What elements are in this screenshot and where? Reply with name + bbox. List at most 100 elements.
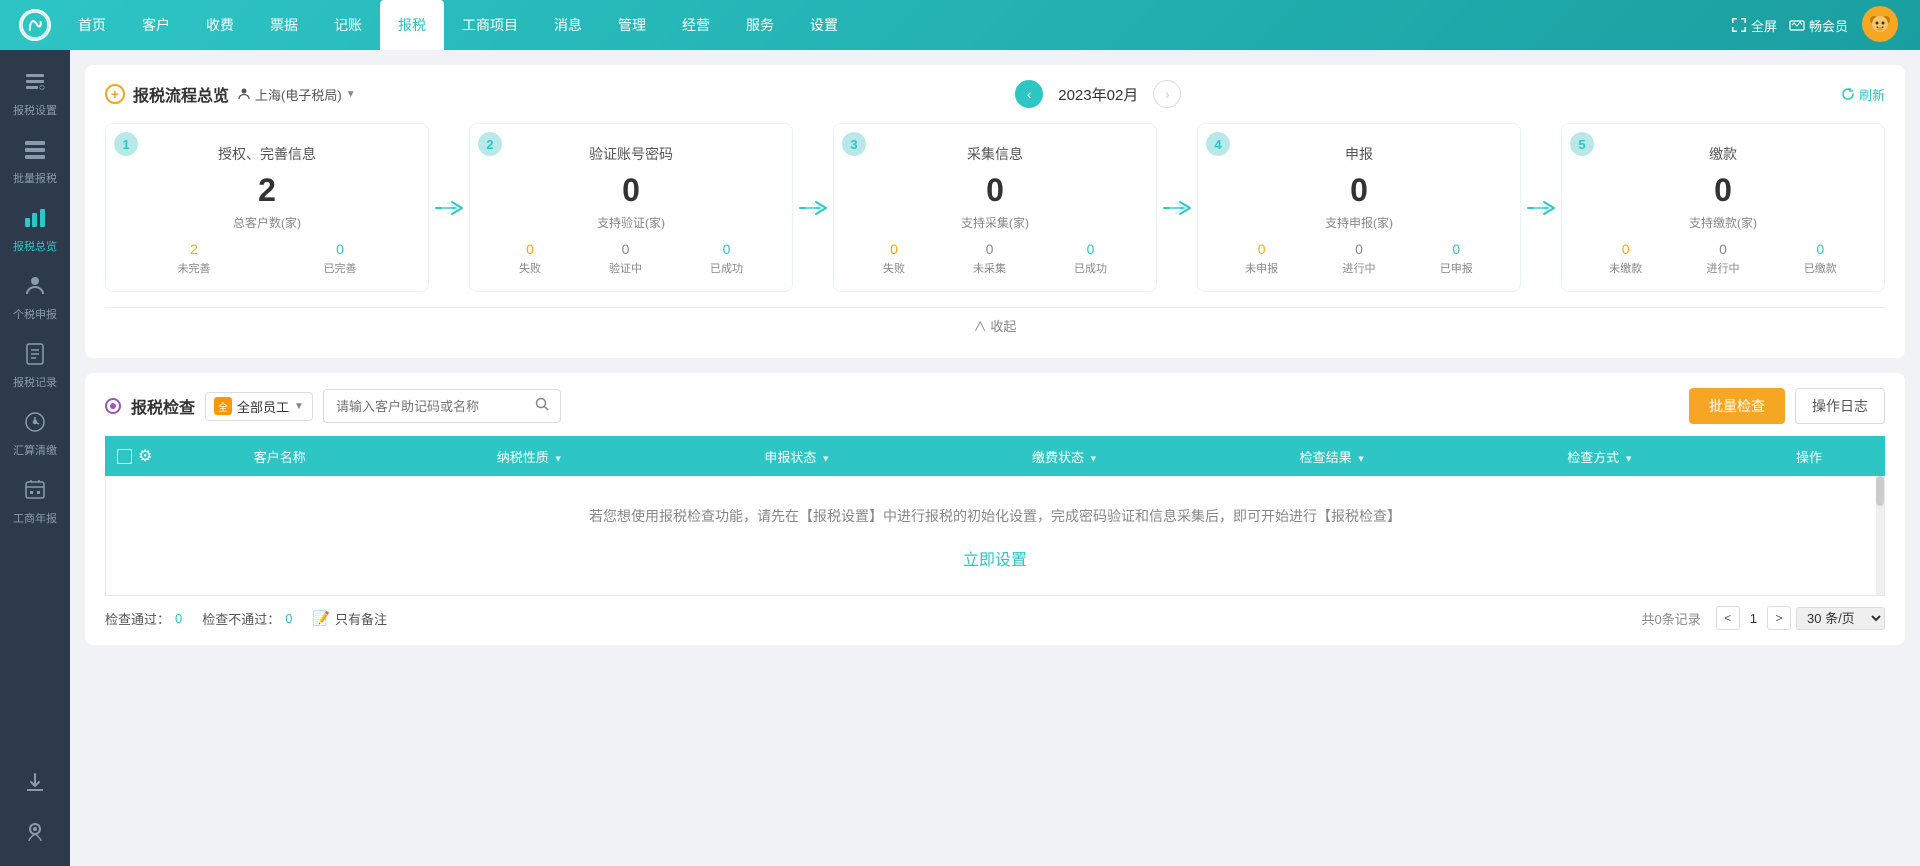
step-count-4: 0 <box>1213 172 1505 209</box>
filter-icon-1[interactable]: ▾ <box>555 453 561 465</box>
first-page-button[interactable]: < <box>1716 606 1740 630</box>
main-content: + 报税流程总览 上海(电子税局) ▼ ‹ 2023年02月 › <box>70 50 1920 866</box>
sidebar-item-tax-settings[interactable]: 报税设置 <box>0 60 70 128</box>
dropdown-chevron-icon: ▼ <box>346 89 356 100</box>
employee-filter[interactable]: 全 全部员工 ▼ <box>205 392 313 421</box>
nav-accounting[interactable]: 记账 <box>316 0 380 50</box>
nav-client[interactable]: 客户 <box>124 0 188 50</box>
tax-check-card: 报税检查 全 全部员工 ▼ 批量检查 <box>85 373 1905 645</box>
filter-icon-2[interactable]: ▾ <box>823 453 829 465</box>
prev-month-button[interactable]: ‹ <box>1015 80 1043 108</box>
refresh-button[interactable]: 刷新 <box>1841 85 1885 104</box>
operation-log-button[interactable]: 操作日志 <box>1795 388 1885 424</box>
stat-paid: 0 已缴款 <box>1804 241 1837 276</box>
search-button[interactable] <box>524 390 560 422</box>
filter-icon-4[interactable]: ▾ <box>1358 453 1364 465</box>
location-text: 上海(电子税局) <box>255 85 342 104</box>
sidebar-label-batch-tax: 批量报税 <box>13 170 57 186</box>
sidebar-item-individual-tax[interactable]: 个税申报 <box>0 264 70 332</box>
search-input[interactable] <box>324 393 524 420</box>
select-all-checkbox[interactable] <box>117 449 132 464</box>
col-header-check-result: 检查结果 ▾ <box>1198 436 1466 476</box>
header-right-actions: 批量检查 操作日志 <box>1689 388 1885 424</box>
process-overview-header: + 报税流程总览 上海(电子税局) ▼ ‹ 2023年02月 › <box>105 80 1885 108</box>
logo-icon <box>16 6 53 43</box>
stat-declared-num: 0 <box>1452 241 1460 257</box>
fullscreen-button[interactable]: 全屏 <box>1731 16 1777 35</box>
nav-settings[interactable]: 设置 <box>792 0 856 50</box>
scrollbar-thumb[interactable] <box>1876 476 1884 506</box>
collapse-button[interactable]: ∧ 收起 <box>105 307 1885 343</box>
stat-not-paid-num: 0 <box>1622 241 1630 257</box>
nav-service[interactable]: 服务 <box>728 0 792 50</box>
process-overview-title: 报税流程总览 <box>133 82 229 106</box>
nav-home[interactable]: 首页 <box>60 0 124 50</box>
fail-value[interactable]: 0 <box>285 611 292 626</box>
batch-tax-icon <box>23 138 47 166</box>
page-size-selector[interactable]: 30 条/页 50 条/页 100 条/页 <box>1796 607 1885 630</box>
next-page-button[interactable]: > <box>1767 606 1791 630</box>
pagination: 共0条记录 < 1 > 30 条/页 50 条/页 100 条/页 <box>1642 606 1885 630</box>
stat-collect-failed: 0 失败 <box>883 241 905 276</box>
stat-declaring-num: 0 <box>1355 241 1363 257</box>
pass-label: 检查通过： <box>105 609 170 628</box>
step-subtitle-4: 支持申报(家) <box>1213 214 1505 231</box>
stat-not-collected: 0 未采集 <box>973 241 1006 276</box>
gear-icon[interactable]: ⚙ <box>138 446 152 466</box>
step-count-5: 0 <box>1577 172 1869 209</box>
sidebar-item-annual-settlement[interactable]: 汇算清缴 <box>0 400 70 468</box>
top-navigation: 首页 客户 收费 票据 记账 报税 工商项目 消息 管理 经营 服务 设置 全屏 <box>0 0 1920 50</box>
stat-collected-num: 0 <box>1087 241 1095 257</box>
pass-value[interactable]: 0 <box>175 611 182 626</box>
setup-link[interactable]: 立即设置 <box>963 552 1027 569</box>
nav-operation[interactable]: 经营 <box>664 0 728 50</box>
app-logo[interactable] <box>10 0 60 50</box>
table-scrollbar[interactable] <box>1876 476 1884 595</box>
step-3-stats: 0 失败 0 未采集 0 已成功 <box>849 241 1141 276</box>
nav-business[interactable]: 工商项目 <box>444 0 536 50</box>
sidebar: 报税设置 批量报税 报税总览 <box>0 50 70 866</box>
location-pin-icon[interactable] <box>24 812 46 856</box>
date-navigation: ‹ 2023年02月 › <box>1015 80 1181 108</box>
stat-declared-label: 已申报 <box>1440 260 1473 276</box>
step-4: 4 申报 0 支持申报(家) 0 未申报 0 进行中 <box>1197 123 1521 292</box>
arrow-2-3 <box>793 123 833 292</box>
stat-complete: 0 已完善 <box>324 241 357 276</box>
filter-icon-3[interactable]: ▾ <box>1091 453 1097 465</box>
stat-incomplete-num: 2 <box>190 241 198 257</box>
filter-icon-5[interactable]: ▾ <box>1626 453 1632 465</box>
next-month-button[interactable]: › <box>1153 80 1181 108</box>
add-icon: + <box>105 84 125 104</box>
vip-icon <box>1789 17 1805 33</box>
search-box <box>323 389 561 423</box>
stat-verifying-label: 验证中 <box>609 260 642 276</box>
step-title-2: 验证账号密码 <box>485 144 777 164</box>
stat-not-declared: 0 未申报 <box>1245 241 1278 276</box>
tax-settings-icon <box>23 70 47 98</box>
current-page: 1 <box>1745 611 1762 626</box>
sidebar-item-tax-overview[interactable]: 报税总览 <box>0 196 70 264</box>
nav-message[interactable]: 消息 <box>536 0 600 50</box>
nav-fee[interactable]: 收费 <box>188 0 252 50</box>
nav-tax[interactable]: 报税 <box>380 0 444 50</box>
step-count-2: 0 <box>485 172 777 209</box>
nav-manage[interactable]: 管理 <box>600 0 664 50</box>
stat-collected-label: 已成功 <box>1074 260 1107 276</box>
sidebar-item-tax-records[interactable]: 报税记录 <box>0 332 70 400</box>
location-selector[interactable]: 上海(电子税局) ▼ <box>237 85 356 104</box>
sidebar-item-batch-tax[interactable]: 批量报税 <box>0 128 70 196</box>
sidebar-item-annual-report[interactable]: 工商年报 <box>0 468 70 536</box>
step-1: 1 授权、完善信息 2 总客户数(家) 2 未完善 0 已完善 <box>105 123 429 292</box>
avatar[interactable] <box>1860 4 1900 47</box>
stat-collect-failed-label: 失败 <box>883 260 905 276</box>
process-steps: 1 授权、完善信息 2 总客户数(家) 2 未完善 0 已完善 <box>105 123 1885 292</box>
stat-verified-label: 已成功 <box>710 260 743 276</box>
vip-button[interactable]: 畅会员 <box>1789 16 1848 35</box>
tax-check-header: 报税检查 全 全部员工 ▼ 批量检查 <box>105 388 1885 424</box>
arrow-3-4 <box>1157 123 1197 292</box>
nav-invoice[interactable]: 票据 <box>252 0 316 50</box>
stat-paid-label: 已缴款 <box>1804 260 1837 276</box>
batch-check-button[interactable]: 批量检查 <box>1689 388 1785 424</box>
fail-label: 检查不通过： <box>202 609 280 628</box>
download-icon[interactable] <box>24 763 46 807</box>
